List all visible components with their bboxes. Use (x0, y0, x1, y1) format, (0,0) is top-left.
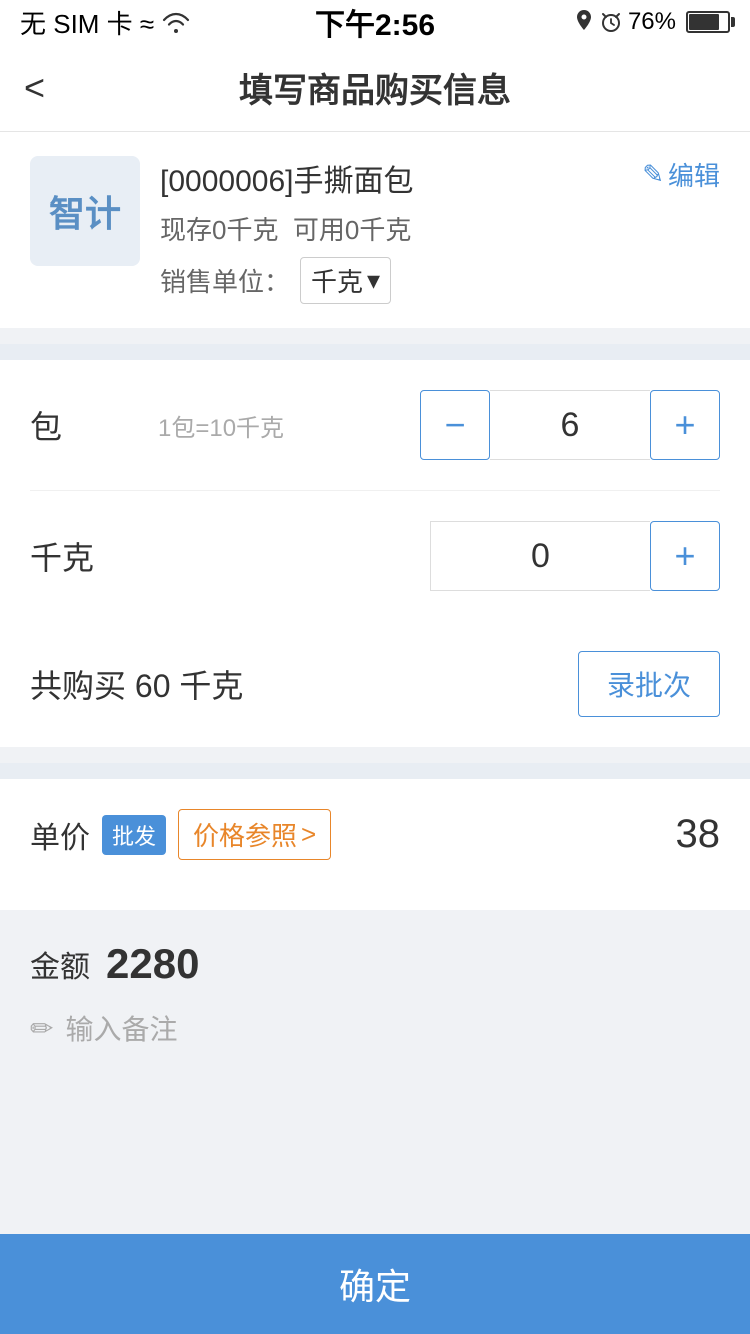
status-left: 无 SIM 卡 ≈ (20, 4, 190, 41)
input-section: 包 1包=10千克 − + 千克 + (0, 360, 750, 621)
battery-icon (686, 11, 730, 33)
batch-button[interactable]: 录批次 (578, 651, 720, 717)
pack-hint: 1包=10千克 (158, 408, 284, 443)
price-tag: 批发 (102, 815, 166, 855)
price-label: 单价 (30, 813, 90, 857)
unit-select[interactable]: 千克 ▾ (300, 257, 391, 304)
back-button[interactable]: < (24, 67, 45, 109)
pack-input[interactable] (490, 390, 650, 460)
no-sim-text: 无 SIM 卡 ≈ (20, 4, 154, 41)
product-card: 智计 [0000006]手撕面包 现存0千克 可用0千克 销售单位： 千克 ▾ … (0, 132, 750, 328)
nav-bar: < 填写商品购买信息 (0, 44, 750, 132)
remark-placeholder: 输入备注 (65, 1008, 177, 1048)
amount-section: 金额 2280 ✏ 输入备注 (0, 910, 750, 1234)
remark-row[interactable]: ✏ 输入备注 (30, 1008, 720, 1048)
price-row: 单价 批发 价格参照 > 38 (30, 809, 720, 860)
confirm-button[interactable]: 确定 (0, 1234, 750, 1334)
total-row: 共购买 60 千克 录批次 (0, 621, 750, 747)
kg-label: 千克 (30, 533, 150, 579)
price-ref-button[interactable]: 价格参照 > (178, 809, 331, 860)
content: 智计 [0000006]手撕面包 现存0千克 可用0千克 销售单位： 千克 ▾ … (0, 132, 750, 1234)
amount-value: 2280 (106, 940, 199, 988)
product-info: [0000006]手撕面包 现存0千克 可用0千克 销售单位： 千克 ▾ (160, 156, 622, 304)
total-text: 共购买 60 千克 (30, 661, 243, 707)
kg-controls: + (430, 521, 720, 591)
edit-button[interactable]: ✎ 编辑 (642, 156, 720, 193)
kg-input-row: 千克 + (30, 491, 720, 621)
product-name: [0000006]手撕面包 (160, 156, 622, 200)
section-divider-2 (0, 763, 750, 779)
pack-label: 包 (30, 402, 150, 448)
edit-icon: ✎ (642, 159, 664, 190)
status-right: 76% (574, 8, 730, 36)
price-section: 单价 批发 价格参照 > 38 (0, 779, 750, 910)
product-unit-row: 销售单位： 千克 ▾ (160, 257, 622, 304)
alarm-icon (600, 10, 622, 34)
chevron-down-icon: ▾ (367, 265, 380, 296)
pack-plus-button[interactable]: + (650, 390, 720, 460)
pack-controls: − + (420, 390, 720, 460)
wifi-icon (162, 11, 190, 33)
product-image: 智计 (30, 156, 140, 266)
kg-input[interactable] (430, 521, 650, 591)
pack-minus-button[interactable]: − (420, 390, 490, 460)
price-label-group: 单价 批发 价格参照 > (30, 809, 331, 860)
status-bar: 无 SIM 卡 ≈ 下午2:56 76% (0, 0, 750, 44)
amount-row: 金额 2280 (30, 940, 720, 988)
product-logo: 智计 (49, 185, 121, 237)
status-time: 下午2:56 (315, 0, 435, 44)
product-stock: 现存0千克 可用0千克 (160, 210, 622, 247)
product-actions: ✎ 编辑 (642, 156, 720, 193)
chevron-right-icon: > (301, 819, 316, 850)
page-title: 填写商品购买信息 (239, 63, 511, 112)
remark-icon: ✏ (30, 1012, 53, 1045)
price-value: 38 (676, 812, 721, 857)
pack-input-row: 包 1包=10千克 − + (30, 360, 720, 491)
location-icon (574, 10, 594, 34)
kg-plus-button[interactable]: + (650, 521, 720, 591)
amount-label: 金额 (30, 942, 90, 986)
section-divider-1 (0, 344, 750, 360)
battery-percent: 76% (628, 8, 676, 36)
